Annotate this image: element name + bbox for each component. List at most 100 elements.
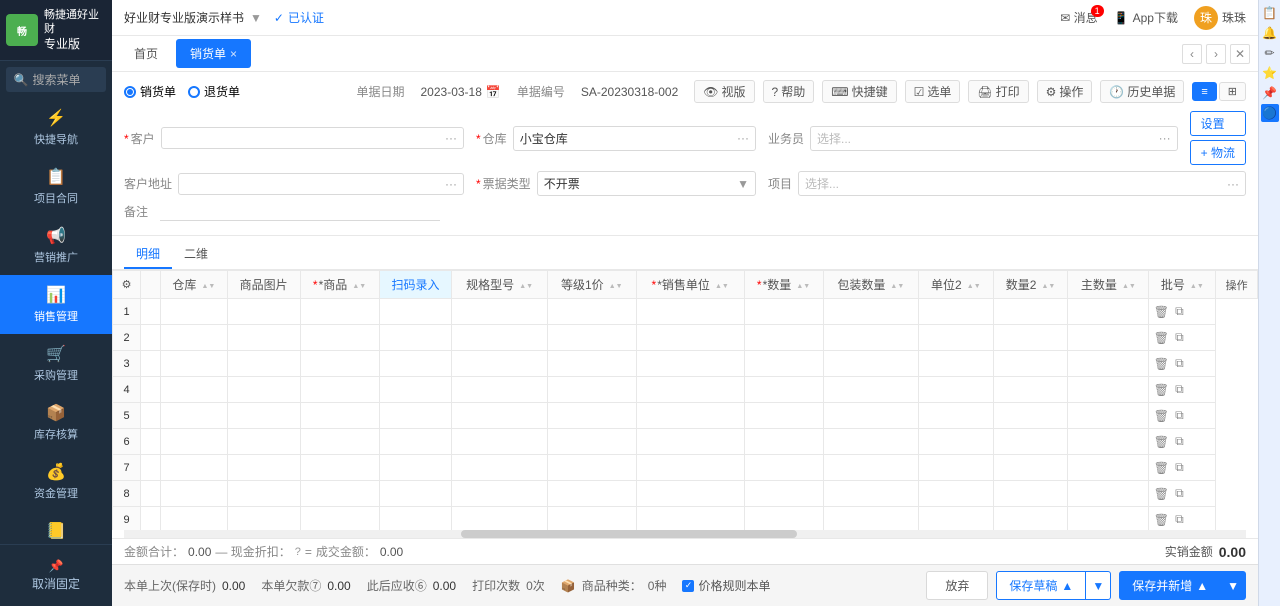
sidebar-search[interactable]: 🔍 搜索菜单 [6,67,107,92]
right-panel-icon-2[interactable]: 🔔 [1261,24,1279,42]
setup-btn[interactable]: 设置 [1190,111,1246,136]
print-btn[interactable]: 🖨 打印 [968,80,1028,103]
radio-sales[interactable]: 销货单 [124,83,176,100]
th-scan[interactable]: 扫码录入 [379,271,452,299]
project-input[interactable]: 选择... ··· [798,171,1246,196]
tab-prev-btn[interactable]: ‹ [1182,44,1202,64]
row-delete-icon-9[interactable]: 🗑 [1153,512,1169,528]
shortcut-btn[interactable]: ⌨ 快捷键 [822,80,896,103]
th-price1[interactable]: 等级1价 ▲▼ [547,271,636,299]
message-btn[interactable]: ✉ 1 消息 [1060,9,1097,26]
save-draft-btn[interactable]: 保存草稿 ▲ [996,571,1086,600]
salesperson-picker-icon[interactable]: ··· [1159,131,1171,145]
abandon-btn[interactable]: 放弃 [926,571,988,600]
th-product[interactable]: *商品 ▲▼ [300,271,379,299]
th-qty2[interactable]: 数量2 ▲▼ [993,271,1068,299]
th-unit2[interactable]: 单位2 ▲▼ [918,271,993,299]
project-icon: 📋 [46,167,66,187]
row-copy-icon-5[interactable]: ⧉ [1171,408,1187,424]
invoice-select[interactable]: 不开票 ▼ [537,171,756,196]
sidebar-item-ledger[interactable]: 📒 总账管理 [0,511,112,544]
th-settings[interactable]: ⚙ [113,271,141,299]
row-copy-icon-8[interactable]: ⧉ [1171,486,1187,502]
th-warehouse[interactable]: 仓库 ▲▼ [161,271,228,299]
tab-close-all-btn[interactable]: ✕ [1230,44,1250,64]
tab-home[interactable]: 首页 [120,39,172,68]
user-menu[interactable]: 珠 珠珠 [1194,6,1246,30]
warehouse-picker-icon[interactable]: ··· [737,131,749,145]
add-logistics-btn[interactable]: + 物流 [1190,140,1246,165]
tabbar: 首页 销货单 × ‹ › ✕ [112,36,1258,72]
sidebar-item-purchase[interactable]: 🛒 采购管理 [0,334,112,393]
sidebar-item-inventory[interactable]: 📦 库存核算 [0,393,112,452]
th-main-qty[interactable]: 主数量 ▲▼ [1068,271,1149,299]
row-copy-icon-2[interactable]: ⧉ [1171,330,1187,346]
sidebar-item-finance[interactable]: 💰 资金管理 [0,452,112,511]
table-tab-2d[interactable]: 二维 [172,240,220,269]
right-panel-icon-5[interactable]: 📌 [1261,84,1279,102]
th-sales-unit[interactable]: *销售单位 ▲▼ [636,271,744,299]
view-btn[interactable]: 👁 视版 [694,80,754,103]
sidebar-item-quick[interactable]: ⚡ 快捷导航 [0,98,112,157]
row-copy-icon-7[interactable]: ⧉ [1171,460,1187,476]
row-copy-icon-3[interactable]: ⧉ [1171,356,1187,372]
row-copy-icon-6[interactable]: ⧉ [1171,434,1187,450]
tab-close-icon[interactable]: × [230,47,237,61]
operate-btn[interactable]: ⚙ 操作 [1037,80,1093,103]
customer-input[interactable]: ··· [161,127,464,149]
layout-list-btn[interactable]: ≡ [1192,82,1216,101]
row-delete-icon-3[interactable]: 🗑 [1153,356,1169,372]
tab-next-btn[interactable]: › [1206,44,1226,64]
th-batch[interactable]: 批号 ▲▼ [1149,271,1216,299]
price-rule-checkbox[interactable]: ✓ 价格规则本单 [682,577,770,594]
salesperson-input[interactable]: 选择... ··· [810,126,1178,151]
table-scrollbar[interactable] [124,530,1246,538]
table-tab-detail[interactable]: 明细 [124,240,172,269]
company-selector[interactable]: 好业财专业版演示样书 ▼ [124,9,262,26]
row-delete-icon-4[interactable]: 🗑 [1153,382,1169,398]
row-copy-icon-4[interactable]: ⧉ [1171,382,1187,398]
row-delete-icon-8[interactable]: 🗑 [1153,486,1169,502]
customer-picker-icon[interactable]: ··· [445,131,457,145]
right-panel-icon-4[interactable]: ⭐ [1261,64,1279,82]
address-input[interactable]: ··· [178,173,464,195]
row-delete-icon-7[interactable]: 🗑 [1153,460,1169,476]
th-spec[interactable]: 规格型号 ▲▼ [452,271,547,299]
form-row-2: 客户地址 ··· 票据类型 不开票 ▼ 项目 选择... ··· [124,171,1246,196]
help-btn[interactable]: ? 帮助 [763,80,815,103]
row-delete-icon-2[interactable]: 🗑 [1153,330,1169,346]
select-btn[interactable]: ☑ 选单 [905,80,961,103]
app-download-btn[interactable]: 📱 App下载 [1114,9,1178,26]
sidebar-item-marketing[interactable]: 📢 营销推广 [0,216,112,275]
sidebar-item-project[interactable]: 📋 项目合同 [0,157,112,216]
layout-grid-btn[interactable]: ⊞ [1219,82,1246,101]
note-input[interactable] [160,202,440,221]
sidebar-unpin[interactable]: 📌 取消固定 [4,553,108,598]
save-new-dropdown-btn[interactable]: ▼ [1221,571,1246,600]
form-meta: 单据日期 2023-03-18 📅 单据编号 SA-20230318-002 [356,83,678,100]
row-delete-icon-1[interactable]: 🗑 [1153,304,1169,320]
tab-sales-order[interactable]: 销货单 × [176,39,251,68]
scrollbar-thumb[interactable] [461,530,798,538]
th-qty[interactable]: *数量 ▲▼ [744,271,823,299]
topbar-right: ✉ 1 消息 📱 App下载 珠 珠珠 [1060,6,1246,30]
right-panel-icon-6[interactable]: 🔵 [1261,104,1279,122]
right-panel-icon-1[interactable]: 📋 [1261,4,1279,22]
warehouse-input[interactable]: 小宝仓库 ··· [513,126,756,151]
row-copy-icon-1[interactable]: ⧉ [1171,304,1187,320]
th-image[interactable]: 商品图片 [227,271,300,299]
address-picker-icon[interactable]: ··· [445,177,457,191]
th-pack-qty[interactable]: 包装数量 ▲▼ [823,271,918,299]
sidebar-item-sales[interactable]: 📊 销售管理 [0,275,112,334]
date-picker[interactable]: 2023-03-18 📅 [421,85,501,99]
radio-return[interactable]: 退货单 [188,83,240,100]
right-panel-icon-3[interactable]: ✏ [1261,44,1279,62]
save-draft-dropdown-btn[interactable]: ▼ [1086,571,1111,600]
project-picker-icon[interactable]: ··· [1227,177,1239,191]
deal-value: 0.00 [380,545,403,559]
save-new-btn[interactable]: 保存并新增 ▲ [1119,571,1221,600]
row-copy-icon-9[interactable]: ⧉ [1171,512,1187,528]
row-delete-icon-6[interactable]: 🗑 [1153,434,1169,450]
history-btn[interactable]: 🕐 历史单据 [1100,80,1184,103]
row-delete-icon-5[interactable]: 🗑 [1153,408,1169,424]
